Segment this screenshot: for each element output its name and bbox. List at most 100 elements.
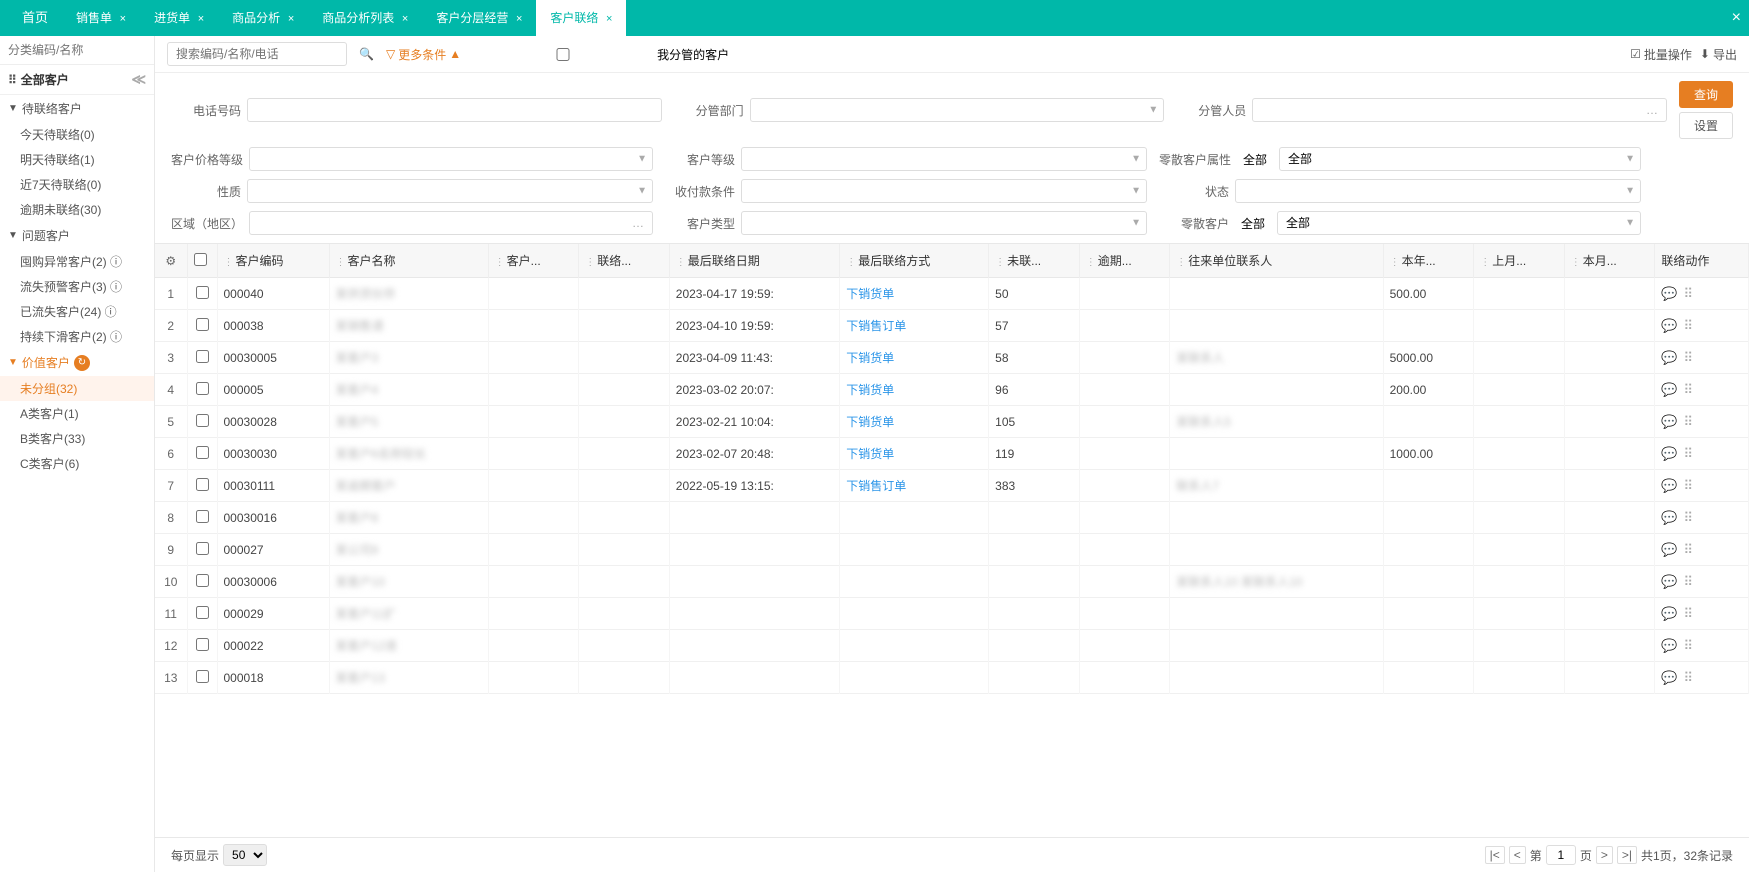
chat-icon[interactable]: 💬 <box>1661 350 1677 366</box>
filter-select-price-level[interactable] <box>249 147 653 171</box>
nav-tab-purchase[interactable]: 进货单 × <box>140 0 218 36</box>
nav-tab-customer-contact[interactable]: 客户联络 × <box>536 0 626 36</box>
last-method-link[interactable]: 下销货单 <box>846 447 894 461</box>
reset-button[interactable]: 设置 <box>1679 112 1733 139</box>
qr-icon[interactable]: ⠿ <box>1684 350 1694 366</box>
qr-icon[interactable]: ⠿ <box>1684 286 1694 302</box>
query-button[interactable]: 查询 <box>1679 81 1733 108</box>
last-method-link[interactable]: 下销售订单 <box>846 479 906 493</box>
sidebar-item-overdue[interactable]: 逾期未联络(30) <box>0 197 154 222</box>
nav-tab-sales[interactable]: 销售单 × <box>62 0 140 36</box>
chat-icon[interactable]: 💬 <box>1661 478 1677 494</box>
qr-icon[interactable]: ⠿ <box>1684 574 1694 590</box>
col-settings[interactable]: ⚙ <box>155 244 187 278</box>
filter-search-icon[interactable]: 🔍 <box>359 47 374 61</box>
page-prev-btn[interactable]: < <box>1509 846 1526 864</box>
chat-icon[interactable]: 💬 <box>1661 318 1677 334</box>
region-dotmore[interactable]: … <box>632 216 644 230</box>
sidebar-all-customers[interactable]: ⠿ 全部客户 ≪ <box>0 65 154 95</box>
search-input[interactable] <box>167 42 347 66</box>
last-method-link[interactable]: 下销货单 <box>846 415 894 429</box>
tab-close-analysis-list[interactable]: × <box>402 13 408 25</box>
last-method-link[interactable]: 下销售订单 <box>846 319 906 333</box>
sidebar-item-tomorrow[interactable]: 明天待联络(1) <box>0 147 154 172</box>
qr-icon[interactable]: ⠿ <box>1684 638 1694 654</box>
my-customers-checkbox[interactable]: 我分管的客户 <box>473 46 729 63</box>
sidebar-item-class-a[interactable]: A类客户(1) <box>0 401 154 426</box>
filter-select-scattered-attr[interactable]: 全部 <box>1279 147 1641 171</box>
sidebar-group-pending[interactable]: ▼ 待联络客户 <box>0 95 154 122</box>
sidebar-item-hoarding[interactable]: 囤购异常客户(2) ⓘ <box>0 249 154 274</box>
row-checkbox[interactable] <box>196 670 209 683</box>
qr-icon[interactable]: ⠿ <box>1684 670 1694 686</box>
row-checkbox[interactable] <box>196 286 209 299</box>
my-customers-check-input[interactable] <box>473 48 653 61</box>
nav-home[interactable]: 首页 <box>8 0 62 36</box>
filter-more-conditions[interactable]: ▽ 更多条件 ▲ <box>386 46 461 63</box>
filter-select-customer-type[interactable] <box>741 211 1147 235</box>
row-checkbox[interactable] <box>196 382 209 395</box>
nav-tab-analysis[interactable]: 商品分析 × <box>218 0 308 36</box>
sidebar-group-value[interactable]: ▼ 价值客户 ↻ <box>0 349 154 376</box>
chat-icon[interactable]: 💬 <box>1661 542 1677 558</box>
filter-select-dept[interactable] <box>750 98 1165 122</box>
tab-close-customer-contact[interactable]: × <box>606 13 612 25</box>
page-input[interactable] <box>1546 845 1576 865</box>
chat-icon[interactable]: 💬 <box>1661 574 1677 590</box>
batch-ops-button[interactable]: ☑ 批量操作 <box>1630 46 1692 63</box>
tab-close-purchase[interactable]: × <box>198 13 204 25</box>
tab-close-sales[interactable]: × <box>120 13 126 25</box>
qr-icon[interactable]: ⠿ <box>1684 478 1694 494</box>
select-all-checkbox[interactable] <box>194 253 207 266</box>
row-checkbox[interactable] <box>196 606 209 619</box>
qr-icon[interactable]: ⠿ <box>1684 606 1694 622</box>
tab-close-customer-segment[interactable]: × <box>516 13 522 25</box>
nav-tab-customer-segment[interactable]: 客户分层经营 × <box>422 0 536 36</box>
last-method-link[interactable]: 下销货单 <box>846 351 894 365</box>
sidebar-item-today[interactable]: 今天待联络(0) <box>0 122 154 147</box>
sidebar-item-declining[interactable]: 持续下滑客户(2) ⓘ <box>0 324 154 349</box>
chat-icon[interactable]: 💬 <box>1661 670 1677 686</box>
manager-dotmore[interactable]: … <box>1646 103 1658 117</box>
sidebar-group-problem[interactable]: ▼ 问题客户 <box>0 222 154 249</box>
page-next-btn[interactable]: > <box>1596 846 1613 864</box>
row-checkbox[interactable] <box>196 478 209 491</box>
page-last-btn[interactable]: >| <box>1617 846 1637 864</box>
tab-close-analysis[interactable]: × <box>288 13 294 25</box>
col-checkbox-header[interactable] <box>187 244 217 278</box>
sidebar-item-7days[interactable]: 近7天待联络(0) <box>0 172 154 197</box>
last-method-link[interactable]: 下销货单 <box>846 383 894 397</box>
sidebar-search-input[interactable] <box>8 43 155 57</box>
settings-icon[interactable]: ⚙ <box>165 254 176 268</box>
chat-icon[interactable]: 💬 <box>1661 446 1677 462</box>
filter-select-scattered[interactable]: 全部 <box>1277 211 1641 235</box>
last-method-link[interactable]: 下销货单 <box>846 287 894 301</box>
page-size-select[interactable]: 50 <box>223 844 267 866</box>
row-checkbox[interactable] <box>196 414 209 427</box>
filter-select-payment[interactable] <box>741 179 1147 203</box>
row-checkbox[interactable] <box>196 318 209 331</box>
qr-icon[interactable]: ⠿ <box>1684 414 1694 430</box>
chat-icon[interactable]: 💬 <box>1661 382 1677 398</box>
sidebar-item-class-b[interactable]: B类客户(33) <box>0 426 154 451</box>
qr-icon[interactable]: ⠿ <box>1684 446 1694 462</box>
filter-select-status[interactable] <box>1235 179 1641 203</box>
row-checkbox[interactable] <box>196 446 209 459</box>
row-checkbox[interactable] <box>196 542 209 555</box>
row-checkbox[interactable] <box>196 510 209 523</box>
chat-icon[interactable]: 💬 <box>1661 638 1677 654</box>
export-button[interactable]: ⬇ 导出 <box>1700 46 1737 63</box>
row-checkbox[interactable] <box>196 638 209 651</box>
row-checkbox[interactable] <box>196 350 209 363</box>
nav-tab-analysis-list[interactable]: 商品分析列表 × <box>308 0 422 36</box>
filter-select-nature[interactable] <box>247 179 653 203</box>
page-first-btn[interactable]: |< <box>1485 846 1505 864</box>
chat-icon[interactable]: 💬 <box>1661 510 1677 526</box>
row-checkbox[interactable] <box>196 574 209 587</box>
chat-icon[interactable]: 💬 <box>1661 286 1677 302</box>
chat-icon[interactable]: 💬 <box>1661 606 1677 622</box>
qr-icon[interactable]: ⠿ <box>1684 542 1694 558</box>
filter-input-phone[interactable] <box>247 98 662 122</box>
qr-icon[interactable]: ⠿ <box>1684 318 1694 334</box>
sidebar-item-churn-warning[interactable]: 流失预警客户(3) ⓘ <box>0 274 154 299</box>
